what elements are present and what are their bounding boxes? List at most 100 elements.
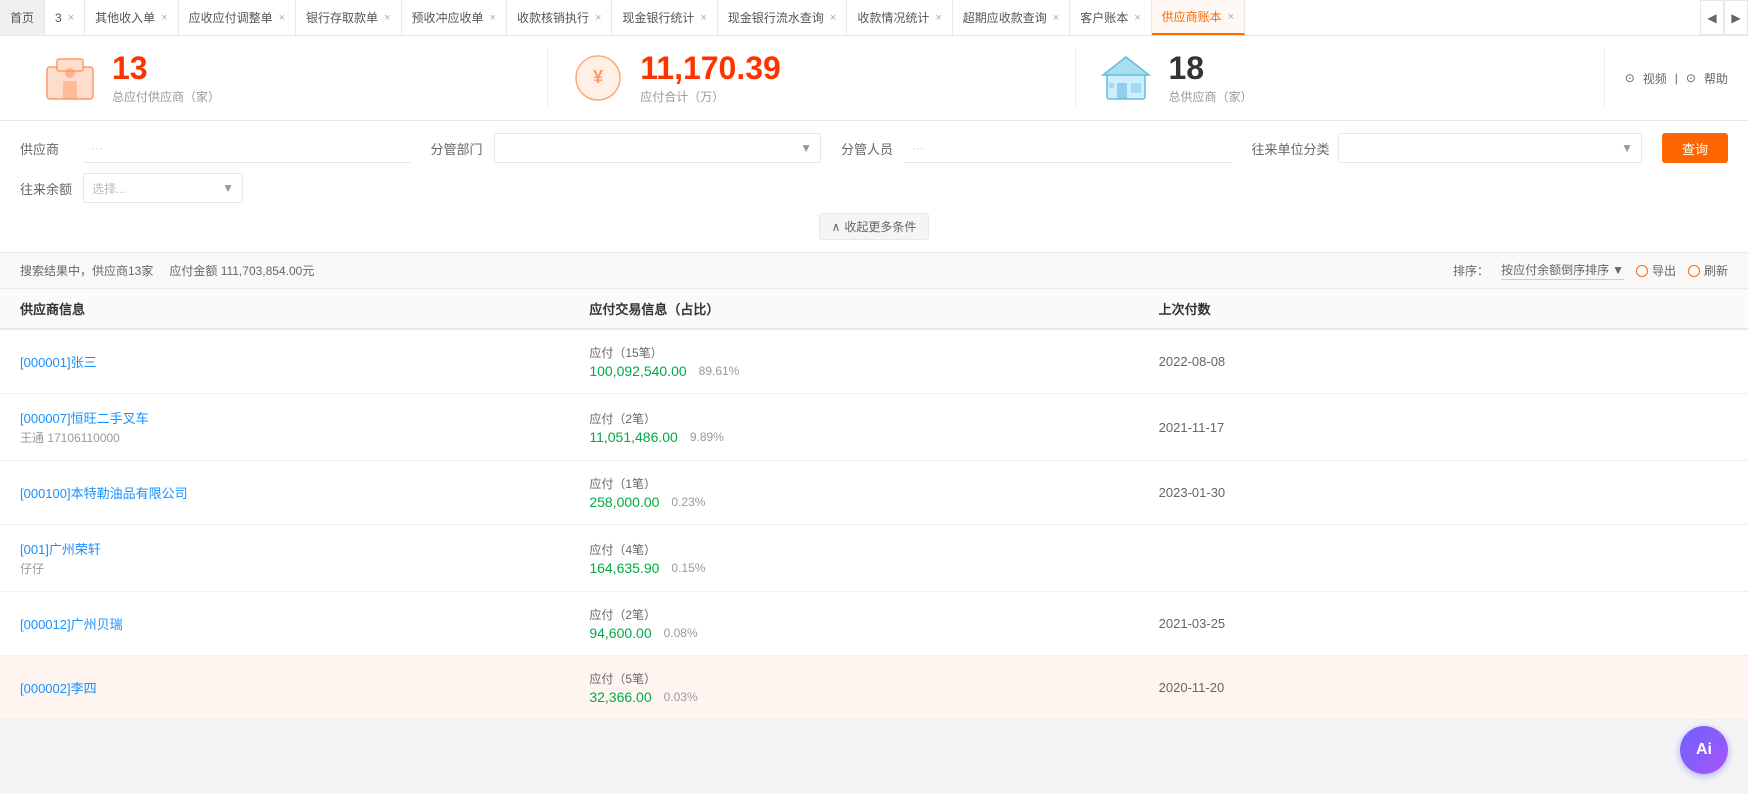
dept-select[interactable]: ▼ (494, 133, 822, 163)
supplier-link[interactable]: [001]广州荣轩 (20, 542, 101, 557)
nav-tab-receipt-verify[interactable]: 收款核销执行× (507, 0, 612, 35)
refresh-button[interactable]: 刷新 (1688, 262, 1728, 279)
nav-tab-cash-flow-query[interactable]: 现金银行流水查询× (718, 0, 847, 35)
payable-info-cell: 应付（1笔）258,000.000.23% (589, 475, 1158, 510)
close-tab-customer-ledger[interactable]: × (1134, 12, 1140, 24)
supplier-icon (40, 48, 100, 108)
video-link[interactable]: 视频 (1643, 70, 1667, 87)
nav-tab-tab3[interactable]: 3× (45, 0, 85, 35)
payable-percent: 0.15% (671, 561, 705, 575)
supplier-sub-info: 仔仔 (20, 560, 589, 577)
dept-label: 分管部门 (431, 139, 486, 158)
nav-tab-supplier-ledger[interactable]: 供应商账本× (1152, 0, 1245, 35)
filter-section: 供应商 分管部门 ▼ 分管人员 往来单位分类 ▼ 查询 (0, 121, 1748, 253)
col-payable-info: 应付交易信息（占比） (589, 299, 1158, 318)
total-suppliers-num: 18 (1168, 52, 1252, 84)
supplier-link[interactable]: [000002]李四 (20, 681, 97, 696)
top-right-links: ⊙ 视频 | ⊙ 帮助 (1605, 70, 1728, 87)
close-tab-receipt-verify[interactable]: × (595, 12, 601, 24)
payable-percent: 9.89% (690, 430, 724, 444)
collapse-button[interactable]: ∧ 收起更多条件 (819, 213, 930, 240)
table-row: [000100]本特勒油品有限公司应付（1笔）258,000.000.23%20… (0, 461, 1748, 525)
payable-amount[interactable]: 32,366.00 (589, 689, 651, 705)
export-label: 导出 (1652, 262, 1676, 279)
supplier-link[interactable]: [000100]本特勒油品有限公司 (20, 486, 188, 501)
filter-dept: 分管部门 ▼ (431, 133, 822, 163)
query-button[interactable]: 查询 (1662, 133, 1728, 163)
col-last-pay: 上次付数 (1159, 299, 1728, 318)
payable-suppliers-label: 总应付供应商（家） (112, 88, 220, 105)
nav-tab-home[interactable]: 首页 (0, 0, 45, 35)
payable-percent: 0.23% (671, 495, 705, 509)
sort-select[interactable]: 按应付余额倒序排序 ▼ (1501, 261, 1624, 280)
table-header: 供应商信息 应付交易信息（占比） 上次付数 (0, 289, 1748, 330)
table-row: [000002]李四应付（5笔）32,366.000.03%2020-11-20 (0, 656, 1748, 720)
payable-amount[interactable]: 11,051,486.00 (589, 429, 678, 445)
payable-percent: 0.03% (664, 690, 698, 704)
close-tab-overdue-ar[interactable]: × (1053, 12, 1059, 24)
balance-select[interactable]: 选择... ▼ (83, 173, 243, 203)
nav-tab-bank-deposit[interactable]: 银行存取款单× (296, 0, 401, 35)
ai-badge[interactable]: Ai (1680, 726, 1728, 774)
summary-card-total-suppliers: 18 总供应商（家） (1076, 48, 1604, 108)
export-button[interactable]: 导出 (1636, 262, 1676, 279)
nav-tab-pre-receive[interactable]: 预收冲应收单× (402, 0, 507, 35)
payable-amount[interactable]: 258,000.00 (589, 494, 659, 510)
payable-amount[interactable]: 164,635.90 (589, 560, 659, 576)
close-tab-other-income[interactable]: × (161, 12, 167, 24)
help-link[interactable]: 帮助 (1704, 70, 1728, 87)
payable-label: 应付（4笔） (589, 541, 1158, 558)
payable-amount-label: 应付合计（万） (640, 88, 781, 105)
close-tab-ar-ap-adjust[interactable]: × (279, 12, 285, 24)
supplier-label: 供应商 (20, 139, 75, 158)
nav-tab-other-income[interactable]: 其他收入单× (85, 0, 178, 35)
nav-tab-ar-ap-adjust[interactable]: 应收应付调整单× (179, 0, 296, 35)
payable-amount[interactable]: 100,092,540.00 (589, 363, 686, 379)
summary-card-suppliers: 13 总应付供应商（家） (20, 48, 548, 108)
nav-tab-customer-ledger[interactable]: 客户账本× (1070, 0, 1151, 35)
summary-text-amount: 11,170.39 应付合计（万） (640, 52, 781, 105)
close-tab-cash-bank-stat[interactable]: × (700, 12, 706, 24)
category-select[interactable]: ▼ (1338, 133, 1642, 163)
supplier-info-cell: [001]广州荣轩仔仔 (20, 539, 589, 577)
summary-text-total: 18 总供应商（家） (1168, 52, 1252, 105)
summary-card-amount: ¥ 11,170.39 应付合计（万） (548, 48, 1076, 108)
supplier-info-cell: [000001]张三 (20, 352, 589, 371)
close-tab-tab3[interactable]: × (68, 12, 74, 24)
close-tab-cash-flow-query[interactable]: × (830, 12, 836, 24)
collapse-row: ∧ 收起更多条件 (20, 213, 1728, 240)
nav-tab-receipt-stat[interactable]: 收款情况统计× (847, 0, 952, 35)
divider: | (1675, 71, 1678, 85)
supplier-info-cell: [000100]本特勒油品有限公司 (20, 483, 589, 502)
export-radio (1636, 265, 1648, 277)
nav-tab-cash-bank-stat[interactable]: 现金银行统计× (612, 0, 717, 35)
table-row: [000007]恒旺二手叉车王通 17106110000应付（2笔） 11,051… (0, 394, 1748, 461)
results-suppliers-text: 搜索结果中，供应商13家 (20, 262, 153, 279)
supplier-link[interactable]: [000007]恒旺二手叉车 (20, 411, 149, 426)
nav-next-arrow[interactable]: ▶ (1724, 0, 1748, 35)
last-pay-cell: 2021-03-25 (1159, 616, 1728, 631)
balance-placeholder: 选择... (92, 180, 126, 197)
supplier-info-cell: [000002]李四 (20, 678, 589, 697)
filter-row-1: 供应商 分管部门 ▼ 分管人员 往来单位分类 ▼ 查询 (20, 133, 1728, 163)
supplier-input[interactable] (83, 133, 411, 163)
payable-percent: 89.61% (699, 364, 740, 378)
supplier-link[interactable]: [000001]张三 (20, 355, 97, 370)
nav-prev-arrow[interactable]: ◀ (1700, 0, 1724, 35)
category-label: 往来单位分类 (1252, 139, 1330, 158)
supplier-info-cell: [000007]恒旺二手叉车王通 17106110000 (20, 408, 589, 446)
close-tab-supplier-ledger[interactable]: × (1228, 11, 1234, 23)
total-suppliers-label: 总供应商（家） (1168, 88, 1252, 105)
payable-label: 应付（2笔） (589, 410, 1158, 427)
nav-tab-overdue-ar[interactable]: 超期应收款查询× (953, 0, 1070, 35)
balance-label: 往来余额 (20, 179, 75, 198)
last-pay-cell: 2020-11-20 (1159, 680, 1728, 695)
close-tab-receipt-stat[interactable]: × (935, 12, 941, 24)
person-label: 分管人员 (841, 139, 896, 158)
person-input[interactable] (904, 133, 1232, 163)
data-table: 供应商信息 应付交易信息（占比） 上次付数 [000001]张三应付（15笔）1… (0, 289, 1748, 720)
supplier-link[interactable]: [000012]广州贝瑞 (20, 617, 123, 632)
close-tab-pre-receive[interactable]: × (490, 12, 496, 24)
close-tab-bank-deposit[interactable]: × (384, 12, 390, 24)
payable-amount[interactable]: 94,600.00 (589, 625, 651, 641)
